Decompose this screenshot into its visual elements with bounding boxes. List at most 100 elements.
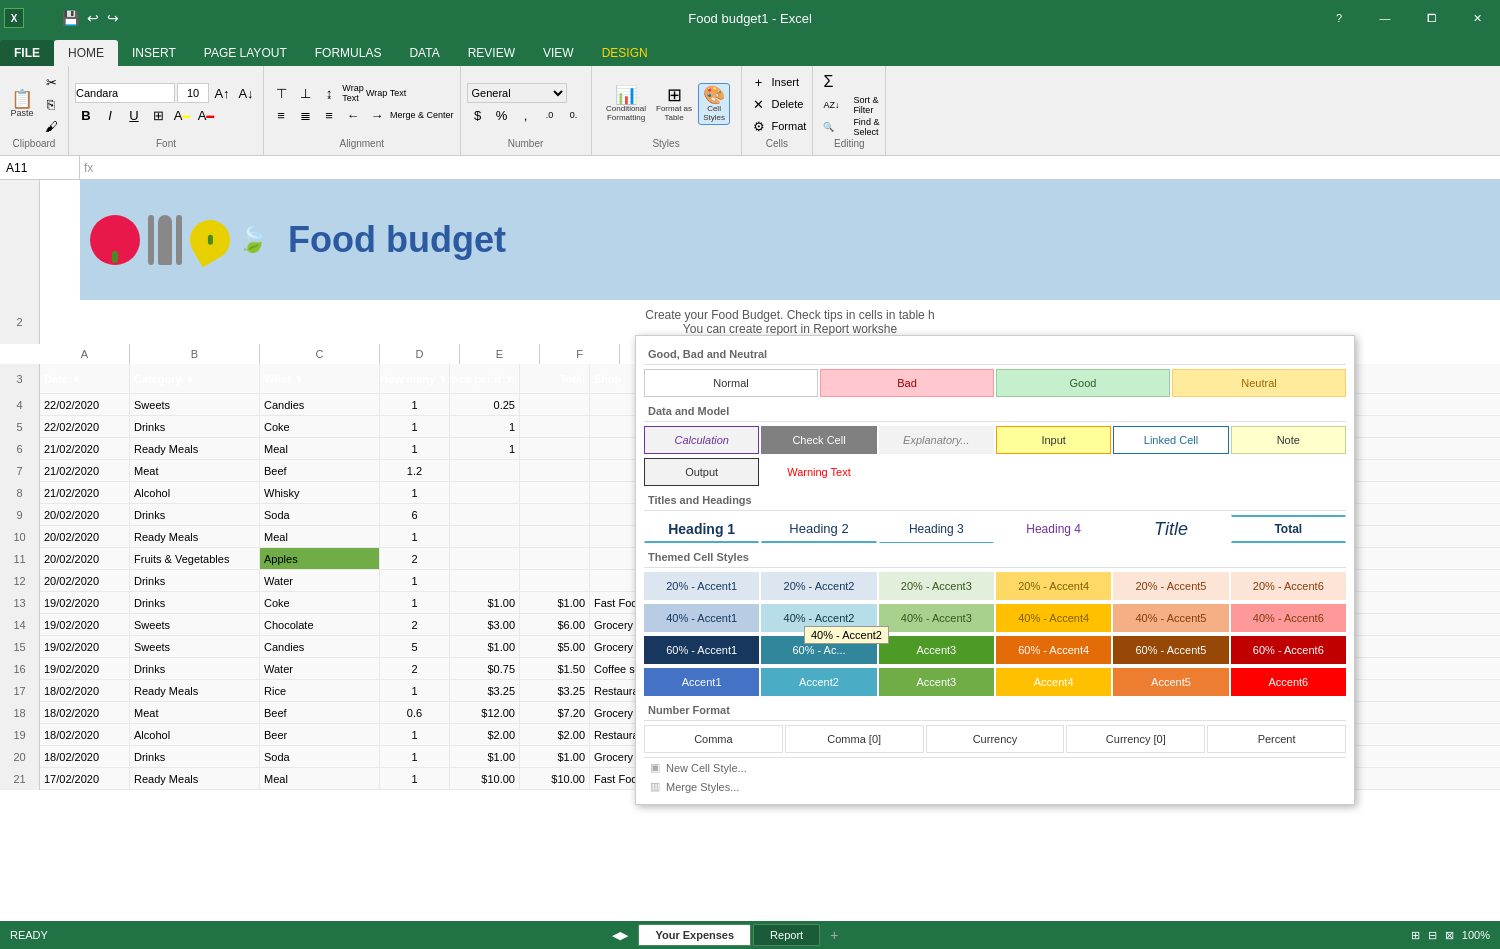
currency-icon[interactable]: $ <box>467 105 489 125</box>
close-icon[interactable]: ✕ <box>1454 0 1500 36</box>
cell-total-18[interactable]: $7.20 <box>520 702 590 723</box>
cell-price-16[interactable]: $0.75 <box>450 658 520 679</box>
format-label[interactable]: Format <box>772 120 807 132</box>
style-accent60-1[interactable]: 60% - Accent1 <box>644 636 759 664</box>
cell-how-14[interactable]: 2 <box>380 614 450 635</box>
cell-price-17[interactable]: $3.25 <box>450 680 520 701</box>
cell-price-8[interactable] <box>450 482 520 503</box>
tab-data[interactable]: DATA <box>395 40 453 66</box>
view-layout-icon[interactable]: ⊟ <box>1428 929 1437 942</box>
cell-price-9[interactable] <box>450 504 520 525</box>
style-accent6[interactable]: Accent6 <box>1231 668 1346 696</box>
new-cell-style-item[interactable]: ▣ New Cell Style... <box>644 758 1346 777</box>
cell-how-8[interactable]: 1 <box>380 482 450 503</box>
wrap-text-button[interactable]: Wrap Text <box>342 83 364 103</box>
cell-total-7[interactable] <box>520 460 590 481</box>
style-accent60-3[interactable]: Accent3 <box>879 636 994 664</box>
font-name-input[interactable] <box>75 83 175 103</box>
cell-price-7[interactable] <box>450 460 520 481</box>
style-neutral[interactable]: Neutral <box>1172 369 1346 397</box>
dec-decrease-icon[interactable]: .0 <box>539 105 561 125</box>
cell-cat-17[interactable]: Ready Meals <box>130 680 260 701</box>
cell-cat-4[interactable]: Sweets <box>130 394 260 415</box>
style-accent40-6[interactable]: 40% - Accent6 <box>1231 604 1346 632</box>
cell-date-8[interactable]: 21/02/2020 <box>40 482 130 503</box>
cell-what-5[interactable]: Coke <box>260 416 380 437</box>
cell-total-17[interactable]: $3.25 <box>520 680 590 701</box>
indent-dec-icon[interactable]: ← <box>342 105 364 125</box>
format-painter-button[interactable]: 🖌 <box>40 116 62 136</box>
delete-icon[interactable]: ✕ <box>748 94 770 114</box>
autosum-button[interactable]: Σ <box>819 71 851 93</box>
style-accent4[interactable]: Accent4 <box>996 668 1111 696</box>
cell-how-12[interactable]: 1 <box>380 570 450 591</box>
cell-cat-5[interactable]: Drinks <box>130 416 260 437</box>
style-accent20-6[interactable]: 20% - Accent6 <box>1231 572 1346 600</box>
align-bottom-icon[interactable]: ↨ <box>318 83 340 103</box>
style-accent40-1[interactable]: 40% - Accent1 <box>644 604 759 632</box>
cell-styles-dropdown[interactable]: Good, Bad and Neutral Normal Bad Good Ne… <box>635 335 1355 805</box>
cell-what-15[interactable]: Candies <box>260 636 380 657</box>
cell-how-17[interactable]: 1 <box>380 680 450 701</box>
style-accent60-4[interactable]: 60% - Accent4 <box>996 636 1111 664</box>
cell-how-18[interactable]: 0.6 <box>380 702 450 723</box>
cell-date-18[interactable]: 18/02/2020 <box>40 702 130 723</box>
style-comma[interactable]: Comma <box>644 725 783 753</box>
tab-home[interactable]: HOME <box>54 40 118 66</box>
cell-date-16[interactable]: 19/02/2020 <box>40 658 130 679</box>
cell-date-14[interactable]: 19/02/2020 <box>40 614 130 635</box>
style-normal[interactable]: Normal <box>644 369 818 397</box>
style-accent3[interactable]: Accent3 <box>879 668 994 696</box>
align-middle-icon[interactable]: ⊥ <box>294 83 316 103</box>
cell-what-21[interactable]: Meal <box>260 768 380 789</box>
tab-file[interactable]: FILE <box>0 40 54 66</box>
cell-cat-16[interactable]: Drinks <box>130 658 260 679</box>
style-accent40-5[interactable]: 40% - Accent5 <box>1113 604 1228 632</box>
cell-date-7[interactable]: 21/02/2020 <box>40 460 130 481</box>
cell-what-14[interactable]: Chocolate <box>260 614 380 635</box>
cell-what-17[interactable]: Rice <box>260 680 380 701</box>
indent-inc-icon[interactable]: → <box>366 105 388 125</box>
cell-price-12[interactable] <box>450 570 520 591</box>
help-icon[interactable]: ? <box>1316 0 1362 36</box>
style-accent2[interactable]: Accent2 <box>761 668 876 696</box>
cell-how-5[interactable]: 1 <box>380 416 450 437</box>
cell-what-11[interactable]: Apples <box>260 548 380 569</box>
sheet-tab-report[interactable]: Report <box>753 924 820 946</box>
add-sheet-button[interactable]: + <box>822 923 846 947</box>
cell-how-9[interactable]: 6 <box>380 504 450 525</box>
cell-price-5[interactable]: 1 <box>450 416 520 437</box>
insert-icon[interactable]: + <box>748 72 770 92</box>
copy-button[interactable]: ⎘ <box>40 94 62 114</box>
cell-price-10[interactable] <box>450 526 520 547</box>
style-total[interactable]: Total <box>1231 515 1346 543</box>
style-heading2[interactable]: Heading 2 <box>761 515 876 543</box>
cell-price-13[interactable]: $1.00 <box>450 592 520 613</box>
cell-cat-11[interactable]: Fruits & Vegetables <box>130 548 260 569</box>
cell-total-6[interactable] <box>520 438 590 459</box>
cell-what-13[interactable]: Coke <box>260 592 380 613</box>
cell-what-7[interactable]: Beef <box>260 460 380 481</box>
style-linked[interactable]: Linked Cell <box>1113 426 1228 454</box>
cell-cat-8[interactable]: Alcohol <box>130 482 260 503</box>
cell-total-12[interactable] <box>520 570 590 591</box>
cell-what-9[interactable]: Soda <box>260 504 380 525</box>
cell-price-20[interactable]: $1.00 <box>450 746 520 767</box>
underline-button[interactable]: U <box>123 105 145 125</box>
number-format-select[interactable]: General <box>467 83 567 103</box>
cell-cat-9[interactable]: Drinks <box>130 504 260 525</box>
cell-what-10[interactable]: Meal <box>260 526 380 547</box>
cell-what-20[interactable]: Soda <box>260 746 380 767</box>
style-currency0[interactable]: Currency [0] <box>1066 725 1205 753</box>
bold-button[interactable]: B <box>75 105 97 125</box>
cell-cat-10[interactable]: Ready Meals <box>130 526 260 547</box>
tab-review[interactable]: REVIEW <box>454 40 529 66</box>
cell-date-20[interactable]: 18/02/2020 <box>40 746 130 767</box>
cell-price-6[interactable]: 1 <box>450 438 520 459</box>
cell-what-12[interactable]: Water <box>260 570 380 591</box>
style-accent1[interactable]: Accent1 <box>644 668 759 696</box>
cell-how-13[interactable]: 1 <box>380 592 450 613</box>
cell-how-21[interactable]: 1 <box>380 768 450 789</box>
style-good[interactable]: Good <box>996 369 1170 397</box>
cell-how-19[interactable]: 1 <box>380 724 450 745</box>
